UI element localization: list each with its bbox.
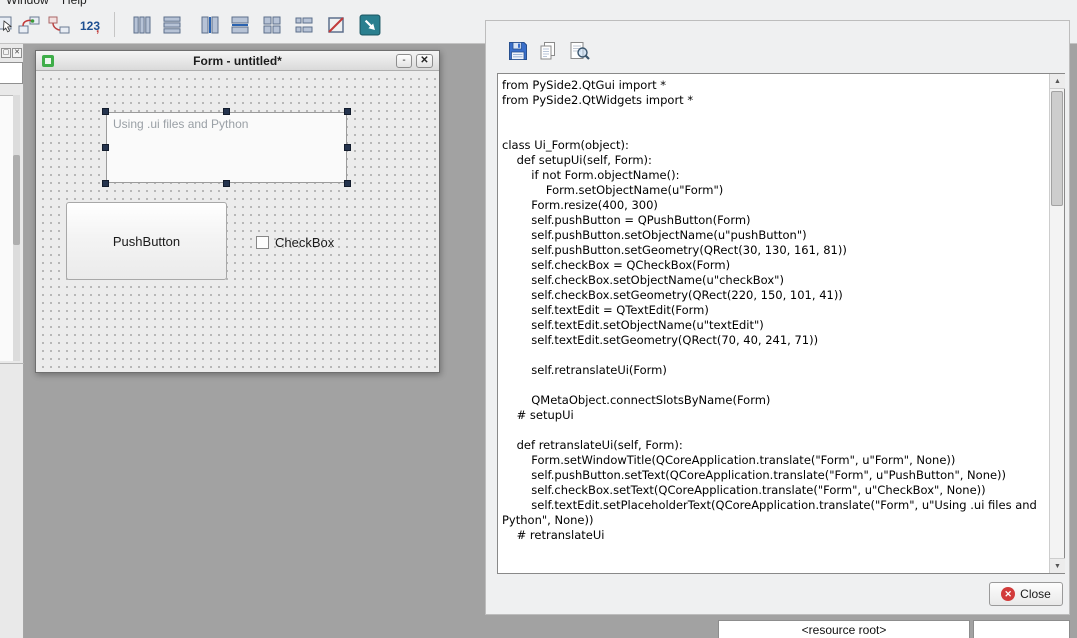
save-button[interactable] [504, 37, 532, 65]
layout-grid-icon [262, 15, 282, 35]
widget-box-dock: ▢ ✕ [0, 44, 24, 638]
selection-handle-middle-right[interactable] [344, 144, 351, 151]
qt-designer-screen: Window Help 123 [0, 0, 1077, 638]
widget-list[interactable] [0, 95, 13, 361]
form-canvas[interactable]: Using .ui files and Python PushButton Ch… [36, 72, 439, 372]
scroll-up-icon[interactable]: ▲ [1050, 74, 1065, 89]
layout-form-button[interactable] [290, 11, 318, 39]
edit-buddies-button[interactable] [45, 11, 73, 39]
layout-splitter-vertical-button[interactable] [226, 11, 254, 39]
edit-signals-slots-icon [18, 14, 40, 36]
resource-root-item[interactable]: <resource root> [718, 620, 970, 638]
close-window-button[interactable]: ✕ [416, 54, 433, 68]
copy-icon [537, 40, 559, 62]
selection-handle-bottom-right[interactable] [344, 180, 351, 187]
close-dialog-label: Close [1020, 587, 1051, 601]
dock-scrollbar-thumb[interactable] [13, 155, 20, 245]
checkbox-widget[interactable]: CheckBox [256, 222, 357, 263]
scroll-down-icon[interactable]: ▼ [1050, 558, 1065, 573]
layout-splitter-horizontal-button[interactable] [196, 11, 224, 39]
resource-panel-fragment [973, 620, 1070, 638]
dock-float-button[interactable]: ▢ [1, 48, 11, 58]
layout-vertical-icon [162, 15, 182, 35]
form-window-titlebar[interactable]: Form - untitled* - ✕ [36, 51, 439, 71]
menubar: Window Help [0, 0, 300, 8]
svg-text:,: , [96, 21, 99, 35]
adjust-size-icon [359, 14, 381, 36]
selection-handle-middle-left[interactable] [102, 144, 109, 151]
textedit-placeholder: Using .ui files and Python [107, 113, 346, 135]
edit-tab-order-icon: 123 , [78, 14, 102, 36]
checkbox-label: CheckBox [275, 235, 334, 250]
layout-grid-button[interactable] [258, 11, 286, 39]
dock-scrollbar[interactable] [13, 95, 20, 361]
close-dialog-button[interactable]: ✕ Close [989, 582, 1063, 606]
code-scrollbar-thumb[interactable] [1051, 91, 1063, 206]
code-text[interactable]: from PySide2.QtGui import * from PySide2… [502, 78, 1045, 569]
selection-handle-top-left[interactable] [102, 108, 109, 115]
close-dialog-icon: ✕ [1001, 587, 1015, 601]
adjust-size-button[interactable] [356, 11, 384, 39]
pushbutton-widget[interactable]: PushButton [66, 202, 227, 280]
selection-handle-bottom-middle[interactable] [223, 180, 230, 187]
find-button[interactable] [566, 37, 594, 65]
dock-divider [0, 363, 24, 364]
menu-window[interactable]: Window [6, 0, 49, 7]
form-window-title: Form - untitled* [36, 54, 439, 68]
selection-handle-top-right[interactable] [344, 108, 351, 115]
copy-button[interactable] [534, 37, 562, 65]
find-icon [568, 40, 592, 62]
layout-horizontal-icon [132, 15, 152, 35]
widget-filter-input[interactable] [0, 62, 23, 84]
edit-tab-order-button[interactable]: 123 , [76, 11, 104, 39]
form-editor-window: Form - untitled* - ✕ Using .ui files and… [35, 50, 440, 373]
layout-splitter-vertical-icon [230, 15, 250, 35]
toolbar-separator [114, 12, 115, 37]
dock-close-button[interactable]: ✕ [12, 48, 22, 58]
break-layout-button[interactable] [322, 11, 350, 39]
layout-splitter-horizontal-icon [200, 15, 220, 35]
layout-vertical-button[interactable] [158, 11, 186, 39]
edit-signals-slots-button[interactable] [15, 11, 43, 39]
minimize-button[interactable]: - [396, 54, 412, 68]
break-layout-icon [326, 15, 346, 35]
code-scrollbar[interactable]: ▲ ▼ [1049, 74, 1064, 573]
layout-form-icon [294, 15, 314, 35]
selection-handle-top-middle[interactable] [223, 108, 230, 115]
edit-buddies-icon [48, 14, 70, 36]
layout-horizontal-button[interactable] [128, 11, 156, 39]
edit-widgets-icon [0, 14, 16, 36]
checkbox-indicator[interactable] [256, 236, 269, 249]
save-icon [507, 40, 529, 62]
textedit-widget[interactable]: Using .ui files and Python [106, 112, 347, 183]
selection-handle-bottom-left[interactable] [102, 180, 109, 187]
view-code-dialog: from PySide2.QtGui import * from PySide2… [485, 20, 1070, 615]
code-view: from PySide2.QtGui import * from PySide2… [497, 73, 1065, 574]
menu-help[interactable]: Help [62, 0, 87, 7]
